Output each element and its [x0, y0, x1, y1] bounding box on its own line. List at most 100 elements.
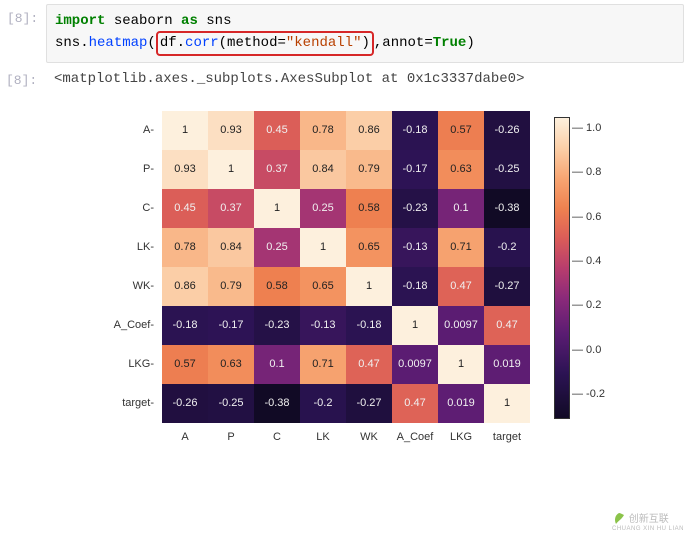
y-tick: target — [110, 384, 158, 423]
x-tick-labels: APCLKWKA_CoefLKGtarget — [162, 425, 530, 443]
highlighted-arg: df.corr(method="kendall") — [156, 31, 374, 55]
heatmap-cell: -0.17 — [208, 306, 254, 345]
colorbar-tick: — 1.0 — [572, 122, 601, 134]
heatmap-cell: 0.58 — [254, 267, 300, 306]
x-tick: A — [162, 425, 208, 443]
heatmap-cell: -0.23 — [254, 306, 300, 345]
heatmap-cell: 0.1 — [254, 345, 300, 384]
heatmap-cell: -0.2 — [484, 228, 530, 267]
heatmap-cell: -0.18 — [162, 306, 208, 345]
heatmap-cell: 0.47 — [438, 267, 484, 306]
heatmap-cell: -0.17 — [392, 150, 438, 189]
colorbar-tick: — 0.6 — [572, 211, 601, 223]
heatmap-cell: 0.57 — [162, 345, 208, 384]
heatmap-cell: 0.45 — [254, 111, 300, 150]
heatmap-cell: 0.93 — [162, 150, 208, 189]
heatmap-cell: 0.58 — [346, 189, 392, 228]
code-line-2: sns.heatmap(df.corr(method="kendall"),an… — [55, 31, 675, 55]
y-tick: WK — [110, 267, 158, 306]
heatmap-cell: 0.86 — [162, 267, 208, 306]
heatmap-cell: -0.13 — [300, 306, 346, 345]
colorbar-tick: — 0.4 — [572, 255, 601, 267]
heatmap-plot: APCLKWKA_CoefLKGtarget 10.930.450.780.86… — [110, 105, 670, 485]
heatmap-cell: -0.13 — [392, 228, 438, 267]
x-tick: C — [254, 425, 300, 443]
code-cell: [8]: import seaborn as sns sns.heatmap(d… — [46, 4, 684, 63]
heatmap-cell: -0.18 — [392, 111, 438, 150]
heatmap-cell: 0.37 — [254, 150, 300, 189]
heatmap-cell: 0.47 — [484, 306, 530, 345]
heatmap-cell: 0.0097 — [438, 306, 484, 345]
heatmap-cell: 0.63 — [208, 345, 254, 384]
colorbar-tick: — 0.8 — [572, 166, 601, 178]
y-tick: A_Coef — [110, 306, 158, 345]
heatmap-cell: 0.57 — [438, 111, 484, 150]
heatmap-cell: 0.1 — [438, 189, 484, 228]
heatmap-cell: 0.84 — [300, 150, 346, 189]
heatmap-cell: 0.25 — [254, 228, 300, 267]
heatmap-cell: 1 — [392, 306, 438, 345]
heatmap-cell: 0.019 — [484, 345, 530, 384]
heatmap-cell: 1 — [484, 384, 530, 423]
heatmap-cell: 0.78 — [162, 228, 208, 267]
x-tick: target — [484, 425, 530, 443]
x-tick: P — [208, 425, 254, 443]
heatmap-cell: -0.2 — [300, 384, 346, 423]
heatmap-cell: 0.45 — [162, 189, 208, 228]
y-tick-labels: APCLKWKA_CoefLKGtarget — [110, 111, 158, 423]
heatmap-cell: 0.47 — [346, 345, 392, 384]
y-tick: P — [110, 150, 158, 189]
y-tick: LKG — [110, 345, 158, 384]
heatmap-cell: 1 — [346, 267, 392, 306]
heatmap-cell: -0.38 — [254, 384, 300, 423]
heatmap-cell: 0.47 — [392, 384, 438, 423]
heatmap-cell: 1 — [208, 150, 254, 189]
heatmap-cell: 0.79 — [208, 267, 254, 306]
y-tick: C — [110, 189, 158, 228]
colorbar-tick: — 0.2 — [572, 299, 601, 311]
heatmap-cell: 0.37 — [208, 189, 254, 228]
heatmap-grid: 10.930.450.780.86-0.180.57-0.260.9310.37… — [162, 111, 530, 423]
output-cell: [8]: <matplotlib.axes._subplots.AxesSubp… — [46, 67, 684, 495]
x-tick: A_Coef — [392, 425, 438, 443]
heatmap-cell: 0.78 — [300, 111, 346, 150]
heatmap-cell: 0.63 — [438, 150, 484, 189]
y-tick: A — [110, 111, 158, 150]
repr-text: <matplotlib.axes._subplots.AxesSubplot a… — [54, 71, 676, 87]
colorbar — [554, 117, 570, 419]
watermark: 创新互联 CHUANG XIN HU LIAN — [612, 510, 684, 532]
heatmap-cell: -0.25 — [208, 384, 254, 423]
heatmap-cell: -0.27 — [484, 267, 530, 306]
heatmap-cell: -0.23 — [392, 189, 438, 228]
out-prompt: [8]: — [6, 73, 37, 88]
heatmap-cell: 0.71 — [438, 228, 484, 267]
code-line-1: import seaborn as sns — [55, 11, 675, 31]
x-tick: LKG — [438, 425, 484, 443]
heatmap-cell: 0.65 — [300, 267, 346, 306]
heatmap-cell: -0.25 — [484, 150, 530, 189]
heatmap-cell: 0.86 — [346, 111, 392, 150]
heatmap-cell: 0.84 — [208, 228, 254, 267]
heatmap-cell: 1 — [254, 189, 300, 228]
heatmap-cell: 0.25 — [300, 189, 346, 228]
leaf-icon — [612, 512, 626, 526]
heatmap-cell: 0.019 — [438, 384, 484, 423]
heatmap-cell: -0.18 — [346, 306, 392, 345]
heatmap-cell: -0.26 — [162, 384, 208, 423]
colorbar-tick: — -0.2 — [572, 388, 605, 400]
heatmap-cell: 1 — [438, 345, 484, 384]
heatmap-cell: -0.27 — [346, 384, 392, 423]
heatmap-cell: 0.71 — [300, 345, 346, 384]
x-tick: LK — [300, 425, 346, 443]
heatmap-cell: 0.65 — [346, 228, 392, 267]
in-prompt: [8]: — [7, 11, 38, 26]
heatmap-cell: 1 — [300, 228, 346, 267]
heatmap-cell: -0.18 — [392, 267, 438, 306]
heatmap-cell: 0.93 — [208, 111, 254, 150]
y-tick: LK — [110, 228, 158, 267]
x-tick: WK — [346, 425, 392, 443]
heatmap-cell: 0.79 — [346, 150, 392, 189]
heatmap-cell: 1 — [162, 111, 208, 150]
heatmap-cell: 0.0097 — [392, 345, 438, 384]
heatmap-cell: -0.38 — [484, 189, 530, 228]
